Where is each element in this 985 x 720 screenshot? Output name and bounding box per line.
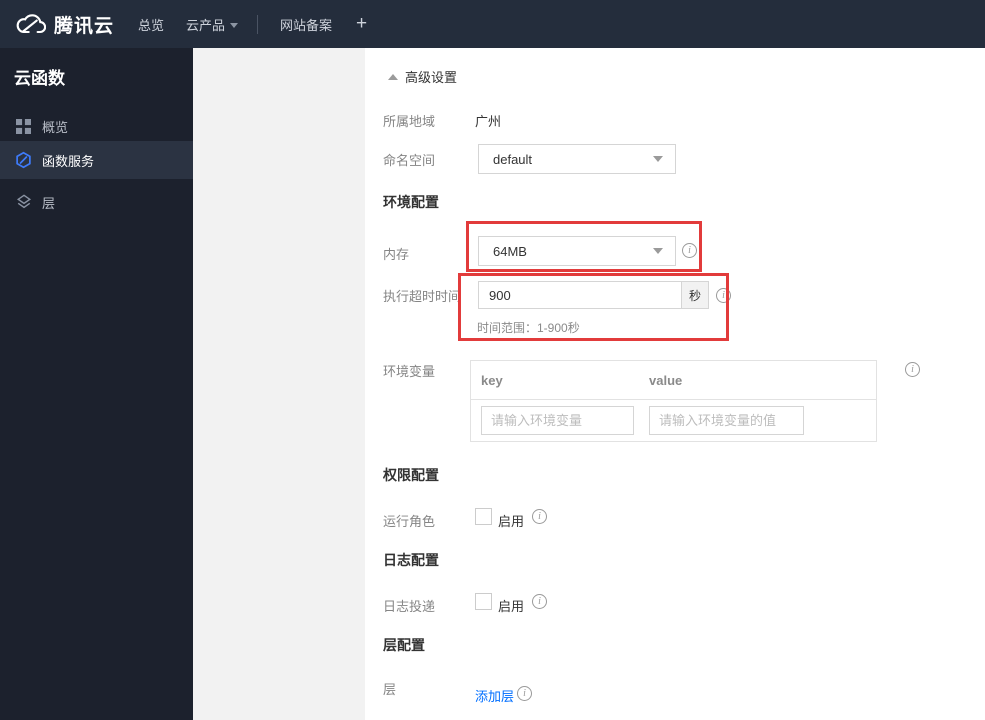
- function-config-form: 高级设置 所属地域 广州 命名空间 default 环境配置 内存 64MB i…: [365, 48, 985, 720]
- sidebar: 云函数 概览 函数服务 层: [0, 48, 193, 720]
- plus-icon: +: [356, 13, 368, 34]
- advanced-settings-toggle[interactable]: 高级设置: [388, 67, 457, 86]
- layer-section-title: 层配置: [383, 637, 425, 653]
- memory-info-icon[interactable]: i: [682, 243, 697, 258]
- memory-select[interactable]: 64MB: [478, 236, 676, 266]
- env-vars-input-row: [471, 400, 876, 441]
- env-vars-table: key value: [470, 360, 877, 442]
- triangle-up-icon: [388, 73, 398, 80]
- timeout-info-icon[interactable]: i: [716, 288, 731, 303]
- env-config-section-title: 环境配置: [383, 194, 439, 210]
- run-role-info-icon[interactable]: i: [532, 509, 547, 524]
- sidebar-item-layers[interactable]: 层: [0, 183, 193, 221]
- memory-label: 内存: [383, 247, 410, 262]
- env-vars-header-row: key value: [471, 361, 876, 400]
- topnav-divider: [257, 15, 258, 34]
- log-shipping-label: 日志投递: [383, 599, 436, 614]
- memory-selected-value: 64MB: [493, 243, 527, 259]
- topbar: 腾讯云 总览 云产品 网站备案 +: [0, 0, 985, 48]
- env-value-input[interactable]: [649, 406, 804, 435]
- log-section-title: 日志配置: [383, 552, 439, 568]
- chevron-down-icon: [653, 248, 663, 254]
- topnav-overview[interactable]: 总览: [138, 0, 164, 48]
- chevron-down-icon: [653, 156, 663, 162]
- advanced-settings-label: 高级设置: [405, 70, 458, 85]
- layer-label: 层: [383, 682, 397, 697]
- namespace-select[interactable]: default: [478, 144, 676, 174]
- env-key-input[interactable]: [481, 406, 634, 435]
- permission-section-title: 权限配置: [383, 467, 439, 483]
- sidebar-item-label: 概览: [42, 119, 69, 135]
- sidebar-item-function-service[interactable]: 函数服务: [0, 141, 193, 179]
- region-label: 所属地域: [383, 114, 436, 129]
- run-role-checkbox[interactable]: [475, 508, 492, 525]
- topnav-add-button[interactable]: +: [356, 0, 367, 48]
- timeout-range-hint: 时间范围：1-900秒: [477, 321, 580, 335]
- sidebar-item-overview[interactable]: 概览: [0, 107, 193, 145]
- layer-info-icon[interactable]: i: [517, 686, 532, 701]
- region-value: 广州: [475, 114, 502, 129]
- add-layer-link[interactable]: 添加层: [475, 686, 514, 705]
- env-key-header: key: [481, 372, 503, 388]
- log-shipping-info-icon[interactable]: i: [532, 594, 547, 609]
- overview-grid-icon: [15, 118, 32, 135]
- sidebar-item-label: 层: [42, 195, 56, 211]
- chevron-down-icon: [230, 22, 239, 28]
- timeout-unit-addon[interactable]: 秒: [682, 281, 709, 309]
- env-vars-label: 环境变量: [383, 364, 436, 379]
- sidebar-item-label: 函数服务: [42, 153, 95, 169]
- tencent-cloud-logo[interactable]: 腾讯云: [16, 0, 114, 48]
- log-shipping-checkbox[interactable]: [475, 593, 492, 610]
- layers-icon: [15, 194, 32, 211]
- timeout-input[interactable]: [478, 281, 682, 309]
- timeout-label: 执行超时时间: [383, 289, 462, 304]
- run-role-enable-label: 启用: [498, 514, 525, 529]
- cloud-logo-icon: [16, 13, 46, 36]
- function-service-hexagon-icon: [15, 151, 32, 169]
- env-vars-info-icon[interactable]: i: [905, 362, 920, 377]
- secondary-panel: [193, 48, 365, 720]
- namespace-label: 命名空间: [383, 153, 436, 168]
- brand-name: 腾讯云: [54, 15, 115, 37]
- namespace-selected-value: default: [493, 151, 533, 167]
- sidebar-title: 云函数: [14, 69, 65, 88]
- topnav-cloud-products[interactable]: 云产品: [186, 0, 239, 48]
- env-value-header: value: [649, 372, 683, 388]
- log-shipping-enable-label: 启用: [498, 599, 525, 614]
- run-role-label: 运行角色: [383, 514, 436, 529]
- topnav-website-record[interactable]: 网站备案: [280, 0, 332, 48]
